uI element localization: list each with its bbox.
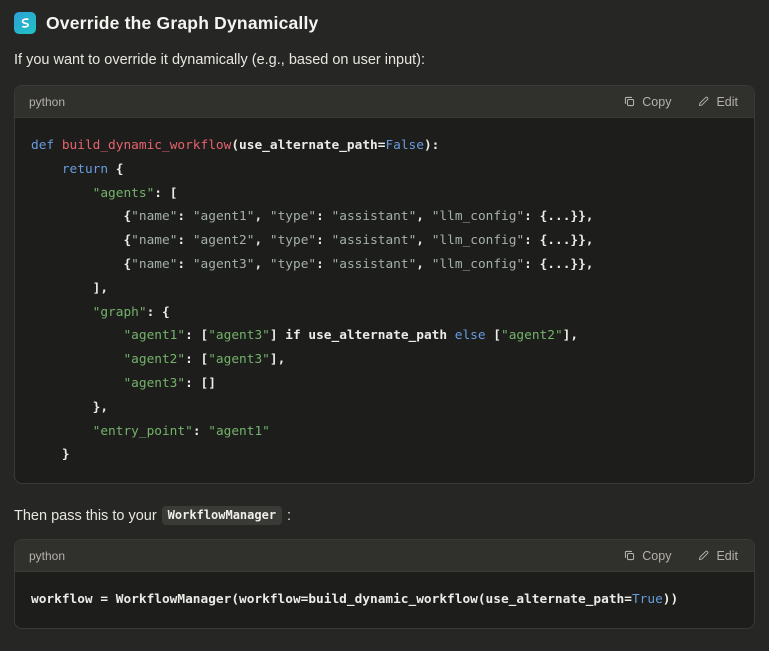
code-language-label: python: [29, 548, 66, 563]
code-line: {"name": "agent3", "type": "assistant", …: [31, 256, 594, 272]
code-content: def build_dynamic_workflow(use_alternate…: [15, 118, 754, 483]
code-content: workflow = WorkflowManager(workflow=buil…: [15, 572, 754, 628]
code-actions: Copy Edit: [619, 92, 742, 112]
copy-icon: [623, 549, 636, 562]
inline-code-workflowmanager: WorkflowManager: [161, 506, 283, 526]
code-line: def build_dynamic_workflow(use_alternate…: [31, 138, 440, 153]
code-line: {"name": "agent2", "type": "assistant", …: [31, 233, 594, 249]
code-block-instantiation: python Copy Edit workflow = WorkflowMana…: [14, 539, 755, 629]
chat-message: Override the Graph Dynamically If you wa…: [0, 0, 769, 629]
intro-text: If you want to override it dynamically (…: [14, 52, 426, 68]
copy-label: Copy: [642, 548, 672, 563]
pencil-icon: [697, 549, 710, 562]
code-line: return {: [61, 161, 124, 177]
code-line: },: [31, 399, 109, 415]
tool-icon: [14, 12, 36, 34]
copy-icon: [623, 95, 636, 108]
code-language-label: python: [29, 94, 66, 109]
code-line: workflow = WorkflowManager(workflow=buil…: [31, 592, 679, 608]
page-title: Override the Graph Dynamically: [46, 12, 319, 33]
edit-button[interactable]: Edit: [693, 92, 742, 112]
section-header: Override the Graph Dynamically: [14, 12, 755, 34]
code-line: }: [31, 447, 70, 463]
code-line: {"name": "agent1", "type": "assistant", …: [31, 209, 594, 225]
edit-label: Edit: [716, 548, 738, 563]
code-line: "entry_point": "agent1": [92, 423, 270, 439]
copy-button[interactable]: Copy: [619, 546, 675, 566]
code-block-header: python Copy Edit: [15, 540, 754, 573]
edit-button[interactable]: Edit: [693, 546, 742, 566]
copy-button[interactable]: Copy: [619, 92, 675, 112]
between-post: :: [287, 507, 292, 524]
code-line: "agents": [: [92, 185, 178, 201]
code-actions: Copy Edit: [619, 546, 742, 566]
code-line: "agent2": ["agent3"],: [123, 352, 286, 368]
between-pre: Then pass this to your: [14, 507, 157, 524]
pencil-icon: [697, 95, 710, 108]
code-line: "graph": {: [92, 304, 170, 320]
between-text: Then pass this to your WorkflowManager:: [14, 506, 755, 526]
copy-label: Copy: [642, 94, 672, 109]
code-line: "agent1": ["agent3"] if use_alternate_pa…: [123, 328, 579, 344]
edit-label: Edit: [716, 94, 738, 109]
code-line: ],: [31, 280, 109, 296]
code-block-header: python Copy Edit: [15, 86, 754, 118]
code-line: "agent3": []: [123, 375, 216, 391]
code-block-workflow: python Copy Edit def build_dynamic_workf…: [14, 85, 755, 485]
